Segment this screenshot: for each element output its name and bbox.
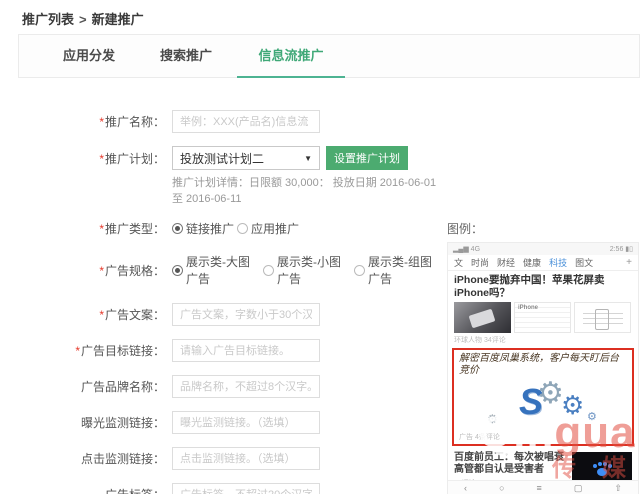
phone-status-bar: ▂▄▆ 4G 2:56 ▮▯	[448, 243, 638, 255]
legend-title: 图例：	[447, 222, 484, 236]
breadcrumb-separator: >	[79, 12, 87, 27]
battery-icon: 2:56 ▮▯	[609, 246, 633, 253]
required-asterisk: *	[99, 115, 104, 129]
radio-link-promotion[interactable]: 链接推广	[172, 220, 234, 237]
required-asterisk: *	[99, 263, 104, 278]
ad-brand-name-input[interactable]	[172, 375, 320, 398]
set-promotion-plan-button[interactable]: 设置推广计划	[326, 146, 408, 170]
plan-detail-text: 推广计划详情：日限额 30,000： 投放日期 2016-06-01至 2016…	[172, 177, 437, 205]
gear-icon	[537, 379, 564, 409]
ad-target-link-row: *广告目标链接：	[0, 339, 445, 362]
radio-unchecked-icon	[354, 264, 365, 276]
ad-spec-label: 广告规格：	[104, 263, 165, 278]
impression-tracking-input[interactable]	[172, 411, 320, 434]
ad-spec-row: *广告规格： 展示类-大图广告 展示类-小图广告 展示类-组图广告	[0, 253, 445, 287]
required-asterisk: *	[99, 151, 104, 166]
breadcrumb: 推广列表 > 新建推广	[22, 9, 144, 28]
tab-app-distribution[interactable]: 应用分发	[41, 35, 137, 77]
promotion-type-label: 推广类型：	[104, 222, 165, 236]
feed-article1-title: iPhone要抛弃中国！苹果花屏卖iPhone吗？	[454, 274, 605, 299]
tab-search-promotion[interactable]: 搜索推广	[138, 35, 234, 77]
menu-icon: ≡	[536, 483, 542, 493]
promotion-type-row: *推广类型： 链接推广 应用推广	[0, 220, 445, 237]
signal-icon: ▂▄▆ 4G	[453, 246, 481, 253]
click-tracking-row: 点击监测链接：	[0, 447, 445, 470]
iphone-photo-thumbnail	[454, 302, 511, 333]
ad-example-meta: 广告 4条评论	[459, 434, 500, 441]
legend-panel: 图例： ▂▄▆ 4G 2:56 ▮▯ 文 时尚 财经 健康 科技 图文 + iP…	[447, 220, 639, 494]
ad-tag-label: 广告标签：	[105, 488, 165, 494]
feed-article1-meta: 环球人物 34评论	[454, 337, 506, 344]
promotion-type-tabs: 应用分发 搜索推广 信息流推广	[18, 34, 640, 78]
ad-tag-row: 广告标签：	[0, 483, 445, 494]
required-asterisk: *	[99, 308, 104, 322]
share-icon: ⇧	[614, 482, 622, 493]
feed-article2-title: 百度前员工：每次被唱衰 高管都自认是受害者	[454, 452, 564, 475]
ad-brand-name-label: 广告品牌名称：	[80, 380, 165, 394]
wireframe-thumbnail	[574, 302, 631, 333]
ad-copy-row: *广告文案：	[0, 303, 445, 326]
promotion-form: *推广名称： *推广计划： 投放测试计划二 ▼ 设置推广计划 推广计划详情：日限…	[0, 78, 445, 494]
promotion-name-label: 推广名称：	[104, 115, 165, 129]
promotion-plan-select[interactable]: 投放测试计划二 ▼	[172, 146, 320, 170]
gear-icon	[587, 411, 597, 422]
radio-display-group-image[interactable]: 展示类-组图广告	[354, 253, 442, 287]
promotion-plan-label: 推广计划：	[104, 151, 165, 166]
required-asterisk: *	[99, 222, 104, 236]
paw-icon	[592, 462, 612, 476]
chevron-down-icon: ▼	[304, 153, 312, 163]
click-tracking-label: 点击监测链接：	[80, 452, 165, 466]
promotion-name-input[interactable]	[172, 110, 320, 133]
ad-target-link-input[interactable]	[172, 339, 320, 362]
radio-checked-icon	[172, 223, 183, 234]
example-phone-screenshot: ▂▄▆ 4G 2:56 ▮▯ 文 时尚 财经 健康 科技 图文 + iPhone…	[447, 242, 639, 494]
radio-display-small-image[interactable]: 展示类-小图广告	[263, 253, 351, 287]
new-promotion-page: 推广列表>新建推广 应用分发 搜索推广 信息流推广 *推广名称： *推广计划： …	[0, 0, 640, 494]
breadcrumb-promotion-list[interactable]: 推广列表	[22, 12, 74, 27]
ad-brand-name-row: 广告品牌名称：	[0, 375, 445, 398]
seo-gears-image: S	[459, 377, 627, 431]
feed-category-tabs: 文 时尚 财经 健康 科技 图文 +	[448, 255, 638, 271]
feed-tab: 文	[454, 258, 464, 268]
promotion-name-row: *推广名称：	[0, 110, 445, 133]
promotion-plan-row: *推广计划： 投放测试计划二 ▼ 设置推广计划	[0, 146, 445, 170]
feed-tab: 图文	[575, 258, 594, 268]
feed-tab-active: 科技	[549, 258, 568, 268]
radio-checked-icon	[172, 264, 183, 276]
breadcrumb-current: 新建推广	[91, 12, 144, 27]
feed-article1-thumbnails: iPhone	[448, 301, 638, 333]
tab-feed-promotion[interactable]: 信息流推广	[237, 35, 345, 78]
ad-target-link-label: 广告目标链接：	[80, 344, 165, 358]
ad-copy-input[interactable]	[172, 303, 320, 326]
feed-tab: 时尚	[471, 258, 490, 268]
radio-unchecked-icon	[237, 223, 249, 234]
gear-icon	[487, 413, 498, 425]
plus-icon: +	[626, 257, 632, 268]
radio-display-large-image[interactable]: 展示类-大图广告	[172, 253, 260, 287]
required-asterisk: *	[75, 344, 80, 358]
promotion-plan-selected-value: 投放测试计划二	[180, 151, 265, 166]
gear-icon	[561, 393, 584, 419]
sketch-thumbnail: iPhone	[514, 302, 571, 333]
back-icon: ‹	[464, 483, 468, 493]
click-tracking-input[interactable]	[172, 447, 320, 470]
impression-tracking-label: 曝光监测链接：	[80, 416, 165, 430]
impression-tracking-row: 曝光监测链接：	[0, 411, 445, 434]
ad-tag-input[interactable]	[172, 483, 320, 494]
ad-example-title: 解密百度凤巢系统，客户每天盯后台竞价	[459, 353, 619, 376]
home-icon: ○	[499, 483, 505, 493]
phone-browser-toolbar: ‹ ○ ≡ ▢ ⇧	[448, 480, 638, 494]
feed-tab: 财经	[497, 258, 516, 268]
radio-unchecked-icon	[263, 264, 274, 276]
tabs-icon: ▢	[573, 482, 583, 493]
highlighted-ad-example: 解密百度凤巢系统，客户每天盯后台竞价 S 广告 4条评论	[452, 348, 634, 446]
feed-tab: 健康	[523, 258, 542, 268]
radio-app-promotion[interactable]: 应用推广	[237, 220, 299, 237]
ad-copy-label: 广告文案：	[104, 308, 165, 322]
